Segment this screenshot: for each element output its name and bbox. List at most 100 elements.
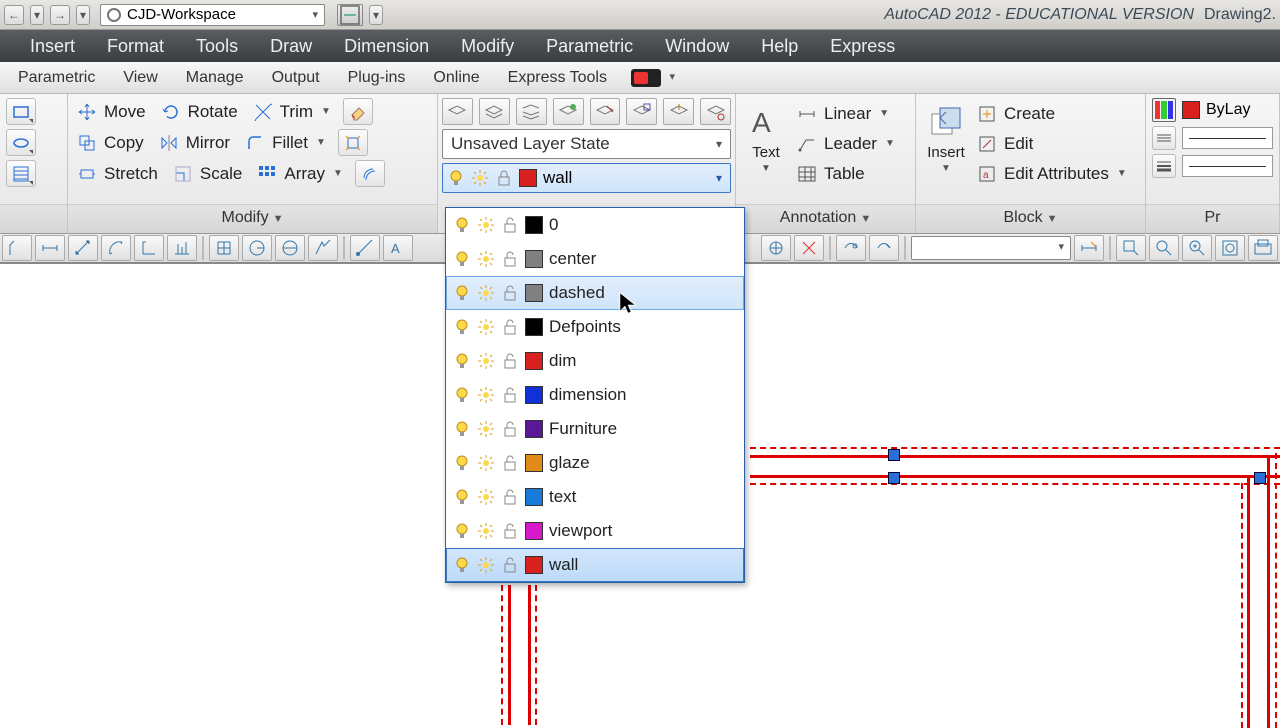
tab-expresstools[interactable]: Express Tools — [494, 65, 621, 91]
menu-express[interactable]: Express — [814, 32, 911, 61]
dim-tool-1[interactable] — [2, 235, 32, 261]
table-button[interactable]: Table — [794, 160, 901, 187]
dim-tool-4[interactable] — [101, 235, 131, 261]
lock-open-icon[interactable] — [501, 454, 519, 472]
sun-icon[interactable] — [477, 556, 495, 574]
dim-tool-12[interactable]: A — [383, 235, 413, 261]
sun-icon[interactable] — [477, 420, 495, 438]
lock-open-icon[interactable] — [501, 488, 519, 506]
panel-modify-label[interactable]: Modify▼ — [68, 204, 437, 233]
dim-tool-21[interactable] — [794, 235, 824, 261]
layer-row-center[interactable]: center — [446, 242, 744, 276]
stretch-button[interactable]: Stretch — [74, 160, 164, 187]
lineweight-icon[interactable] — [1152, 154, 1176, 178]
edit-button[interactable]: Edit — [974, 130, 1133, 157]
dim-tool-10[interactable] — [308, 235, 338, 261]
draw-rectangle-icon[interactable] — [6, 98, 36, 125]
insert-button[interactable]: Insert▼ — [922, 98, 970, 187]
layer-row-dim[interactable]: dim — [446, 344, 744, 378]
dim-tool-20[interactable] — [761, 235, 791, 261]
bulb-icon[interactable] — [453, 556, 471, 574]
sun-icon[interactable] — [477, 318, 495, 336]
tab-manage[interactable]: Manage — [172, 65, 258, 91]
panel-annotation-label[interactable]: Annotation▼ — [736, 204, 915, 233]
lock-open-icon[interactable] — [501, 216, 519, 234]
lock-open-icon[interactable] — [501, 420, 519, 438]
sun-icon[interactable] — [477, 454, 495, 472]
layer-state-selector[interactable]: Unsaved Layer State — [442, 129, 731, 159]
bulb-icon[interactable] — [453, 420, 471, 438]
redo-button[interactable]: → — [50, 5, 70, 25]
layer-row-Furniture[interactable]: Furniture — [446, 412, 744, 446]
lock-open-icon[interactable] — [501, 318, 519, 336]
dim-tool-6[interactable] — [167, 235, 197, 261]
editattr-button[interactable]: aEdit Attributes▼ — [974, 160, 1133, 187]
dim-tool-22[interactable] — [836, 235, 866, 261]
sun-icon[interactable] — [477, 522, 495, 540]
erase-button[interactable] — [343, 98, 373, 125]
layer-row-text[interactable]: text — [446, 480, 744, 514]
scale-button[interactable]: Scale — [170, 160, 249, 187]
qat-dropdown[interactable]: ▾ — [369, 5, 383, 25]
offset-button[interactable] — [355, 160, 385, 187]
bulb-icon[interactable] — [453, 522, 471, 540]
panel-block-label[interactable]: Block▼ — [916, 204, 1145, 233]
dim-tool-7[interactable] — [209, 235, 239, 261]
linetype-icon[interactable] — [1152, 126, 1176, 150]
tab-online[interactable]: Online — [419, 65, 493, 91]
menu-draw[interactable]: Draw — [254, 32, 328, 61]
dim-tool-5[interactable] — [134, 235, 164, 261]
layer-row-dashed[interactable]: dashed — [446, 276, 744, 310]
color-picker-icon[interactable] — [1152, 98, 1176, 122]
leader-button[interactable]: Leader▼ — [794, 130, 901, 157]
dim-tool-2[interactable] — [35, 235, 65, 261]
layer-row-dimension[interactable]: dimension — [446, 378, 744, 412]
dim-tool-11[interactable] — [350, 235, 380, 261]
layer-tool-8[interactable] — [700, 98, 731, 125]
tab-parametric[interactable]: Parametric — [4, 65, 109, 91]
tab-view[interactable]: View — [109, 65, 171, 91]
zoom-tool-4[interactable] — [1215, 235, 1245, 261]
layer-tool-4[interactable] — [553, 98, 584, 125]
explode-button[interactable] — [338, 129, 368, 156]
layer-tool-6[interactable] — [626, 98, 657, 125]
fillet-button[interactable]: Fillet▼ — [242, 129, 332, 156]
create-button[interactable]: Create — [974, 100, 1133, 127]
sun-icon[interactable] — [477, 250, 495, 268]
redo-dropdown[interactable]: ▾ — [76, 5, 90, 25]
lock-open-icon[interactable] — [501, 250, 519, 268]
zoom-tool-2[interactable] — [1149, 235, 1179, 261]
bulb-icon[interactable] — [453, 216, 471, 234]
undo-button[interactable]: ← — [4, 5, 24, 25]
bulb-icon[interactable] — [453, 488, 471, 506]
sun-icon[interactable] — [477, 386, 495, 404]
array-button[interactable]: Array▼ — [254, 160, 349, 187]
bulb-icon[interactable] — [453, 250, 471, 268]
sun-icon[interactable] — [477, 284, 495, 302]
bulb-icon[interactable] — [453, 454, 471, 472]
menu-insert[interactable]: Insert — [14, 32, 91, 61]
layer-selector[interactable]: wall — [442, 163, 731, 193]
zoom-tool-5[interactable] — [1248, 235, 1278, 261]
sun-icon[interactable] — [477, 488, 495, 506]
dim-tool-3[interactable] — [68, 235, 98, 261]
draw-ellipse-icon[interactable] — [6, 129, 36, 156]
bulb-icon[interactable] — [453, 318, 471, 336]
lock-open-icon[interactable] — [501, 352, 519, 370]
lock-open-icon[interactable] — [501, 522, 519, 540]
menu-help[interactable]: Help — [745, 32, 814, 61]
bulb-icon[interactable] — [453, 284, 471, 302]
copy-button[interactable]: Copy — [74, 129, 150, 156]
bulb-icon[interactable] — [453, 352, 471, 370]
bulb-icon[interactable] — [453, 386, 471, 404]
panel-draw-label[interactable] — [0, 204, 67, 233]
tab-plugins[interactable]: Plug-ins — [334, 65, 420, 91]
layer-row-0[interactable]: 0 — [446, 208, 744, 242]
undo-dropdown[interactable]: ▾ — [30, 5, 44, 25]
panel-props-label[interactable]: Pr — [1146, 204, 1279, 233]
menu-format[interactable]: Format — [91, 32, 180, 61]
trim-button[interactable]: Trim▼ — [250, 98, 337, 125]
rotate-button[interactable]: Rotate — [158, 98, 244, 125]
layer-row-viewport[interactable]: viewport — [446, 514, 744, 548]
layer-tool-7[interactable] — [663, 98, 694, 125]
